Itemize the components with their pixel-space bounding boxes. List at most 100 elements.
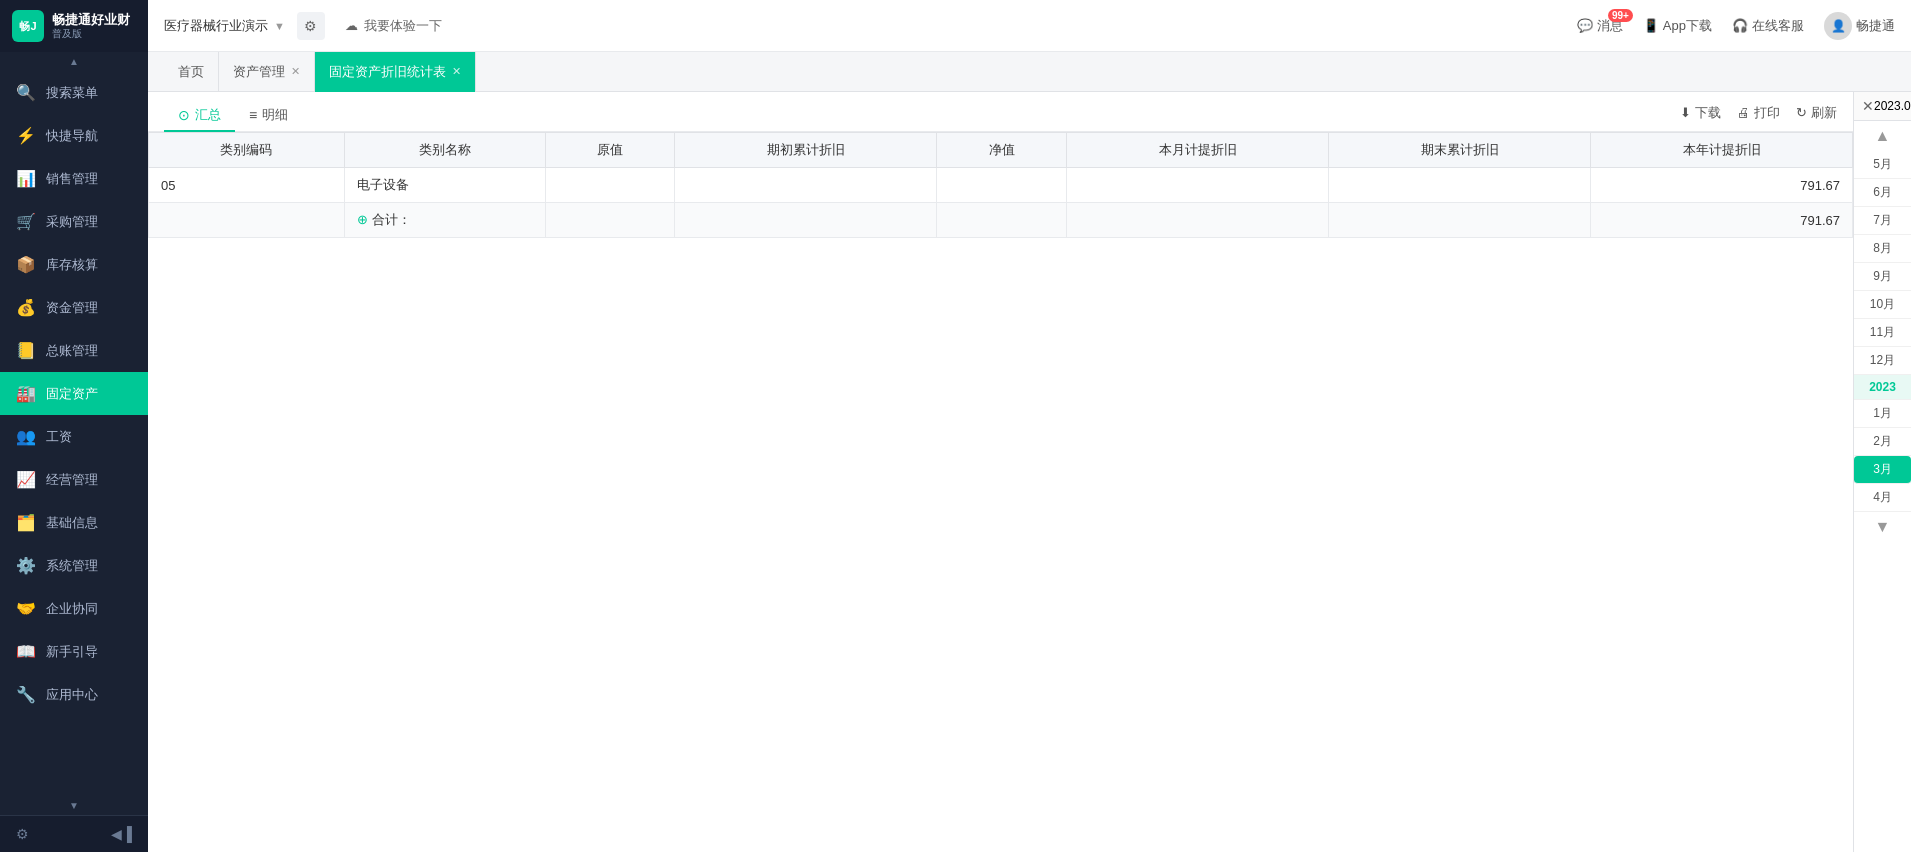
refresh-button[interactable]: ↻ 刷新 bbox=[1796, 104, 1837, 122]
total-cell-5 bbox=[1067, 203, 1329, 238]
notification-badge: 99+ bbox=[1608, 9, 1633, 22]
gear-button[interactable]: ⚙ bbox=[297, 12, 325, 40]
tabs-bar: 首页资产管理✕固定资产折旧统计表✕ bbox=[148, 52, 1911, 92]
date-month-prev-1[interactable]: 6月 bbox=[1854, 179, 1911, 207]
app-name: 畅捷通好业财 bbox=[52, 12, 130, 28]
date-month-curr-2[interactable]: 3月 bbox=[1854, 456, 1911, 484]
sidebar-item-搜索菜单[interactable]: 🔍搜索菜单 bbox=[0, 71, 148, 114]
sidebar-item-销售管理[interactable]: 📊销售管理 bbox=[0, 157, 148, 200]
right-panel: ✕ 2023.03 ⤢ ▲5月6月7月8月9月10月11月12月20231月2月… bbox=[1853, 92, 1911, 852]
sidebar-icon-8: 👥 bbox=[16, 427, 36, 446]
date-month-prev-0[interactable]: 5月 bbox=[1854, 151, 1911, 179]
sidebar-item-工资[interactable]: 👥工资 bbox=[0, 415, 148, 458]
tab-2[interactable]: 固定资产折旧统计表✕ bbox=[315, 52, 476, 92]
panel-scroll-down-button[interactable]: ▼ bbox=[1854, 512, 1911, 542]
tab-close-1[interactable]: ✕ bbox=[291, 65, 300, 78]
tab-1[interactable]: 资产管理 ✕ bbox=[219, 52, 315, 92]
online-service-button[interactable]: 🎧 在线客服 bbox=[1732, 17, 1804, 35]
company-name: 医疗器械行业演示 bbox=[164, 17, 268, 35]
sidebar-item-总账管理[interactable]: 📒总账管理 bbox=[0, 329, 148, 372]
col-header-6: 期末累计折旧 bbox=[1329, 133, 1591, 168]
tab-0[interactable]: 首页 bbox=[164, 52, 219, 92]
experience-button[interactable]: ☁ 我要体验一下 bbox=[345, 17, 442, 35]
cell-0-3 bbox=[675, 168, 937, 203]
date-month-prev-4[interactable]: 9月 bbox=[1854, 263, 1911, 291]
sidebar-item-企业协同[interactable]: 🤝企业协同 bbox=[0, 587, 148, 630]
sidebar-item-应用中心[interactable]: 🔧 应用中心 bbox=[0, 673, 148, 716]
sub-tab-汇总[interactable]: ⊙汇总 bbox=[164, 100, 235, 132]
company-chevron-icon: ▼ bbox=[274, 20, 285, 32]
date-year-label[interactable]: 2023 bbox=[1854, 375, 1911, 400]
cell-0-4 bbox=[937, 168, 1067, 203]
sidebar-item-经营管理[interactable]: 📈经营管理 bbox=[0, 458, 148, 501]
table-row: 05电子设备791.67 bbox=[149, 168, 1853, 203]
company-selector[interactable]: 医疗器械行业演示 ▼ bbox=[164, 17, 285, 35]
sidebar-label-6: 总账管理 bbox=[46, 342, 98, 360]
panel-date-scroll[interactable]: ▲5月6月7月8月9月10月11月12月20231月2月3月4月▼ bbox=[1854, 121, 1911, 852]
cell-0-2 bbox=[545, 168, 675, 203]
sidebar-label-7: 固定资产 bbox=[46, 385, 98, 403]
sidebar-item-新手引导[interactable]: 📖新手引导 bbox=[0, 630, 148, 673]
sidebar-item-资金管理[interactable]: 💰资金管理 bbox=[0, 286, 148, 329]
sidebar-label-10: 基础信息 bbox=[46, 514, 98, 532]
sidebar-item-快捷导航[interactable]: ⚡快捷导航 bbox=[0, 114, 148, 157]
download-button[interactable]: ⬇ 下载 bbox=[1680, 104, 1721, 122]
sidebar-label-1: 快捷导航 bbox=[46, 127, 98, 145]
topbar-actions: 💬 消息 99+ 📱 App下载 🎧 在线客服 👤 畅捷通 bbox=[1577, 12, 1895, 40]
total-expand-icon[interactable]: ⊕ bbox=[357, 212, 368, 227]
sidebar-icon-5: 💰 bbox=[16, 298, 36, 317]
topbar: 医疗器械行业演示 ▼ ⚙ ☁ 我要体验一下 💬 消息 99+ 📱 App下载 🎧… bbox=[148, 0, 1911, 52]
date-month-prev-5[interactable]: 10月 bbox=[1854, 291, 1911, 319]
app-download-label: App下载 bbox=[1663, 17, 1712, 35]
date-month-prev-2[interactable]: 7月 bbox=[1854, 207, 1911, 235]
notifications-button[interactable]: 💬 消息 99+ bbox=[1577, 17, 1623, 35]
user-menu[interactable]: 👤 畅捷通 bbox=[1824, 12, 1895, 40]
sidebar-label-12: 企业协同 bbox=[46, 600, 98, 618]
download-icon: ⬇ bbox=[1680, 105, 1691, 120]
sidebar-icon-11: ⚙️ bbox=[16, 556, 36, 575]
sidebar-item-系统管理[interactable]: ⚙️系统管理 bbox=[0, 544, 148, 587]
sidebar-item-采购管理[interactable]: 🛒采购管理 bbox=[0, 200, 148, 243]
notifications-icon: 💬 bbox=[1577, 18, 1593, 33]
tab-label-0: 首页 bbox=[178, 63, 204, 81]
settings-icon[interactable]: ⚙ bbox=[16, 826, 29, 842]
total-cell-0 bbox=[149, 203, 345, 238]
sidebar-icon-2: 📊 bbox=[16, 169, 36, 188]
sidebar-item-库存核算[interactable]: 📦库存核算 bbox=[0, 243, 148, 286]
date-month-prev-7[interactable]: 12月 bbox=[1854, 347, 1911, 375]
download-icon: 📱 bbox=[1643, 18, 1659, 33]
table-body: 05电子设备791.67⊕合计：791.67 bbox=[149, 168, 1853, 238]
sidebar-icon-14: 🔧 bbox=[16, 685, 36, 704]
print-button[interactable]: 🖨 打印 bbox=[1737, 104, 1780, 122]
date-month-curr-1[interactable]: 2月 bbox=[1854, 428, 1911, 456]
col-header-5: 本月计提折旧 bbox=[1067, 133, 1329, 168]
sidebar-icon-10: 🗂️ bbox=[16, 513, 36, 532]
sub-tab-明细[interactable]: ≡明细 bbox=[235, 100, 302, 132]
app-download-button[interactable]: 📱 App下载 bbox=[1643, 17, 1712, 35]
sidebar-icon-3: 🛒 bbox=[16, 212, 36, 231]
tab-close-2[interactable]: ✕ bbox=[452, 65, 461, 78]
total-cell-4 bbox=[937, 203, 1067, 238]
sidebar-scroll-up[interactable]: ▲ bbox=[0, 52, 148, 71]
date-month-curr-0[interactable]: 1月 bbox=[1854, 400, 1911, 428]
date-month-prev-3[interactable]: 8月 bbox=[1854, 235, 1911, 263]
collapse-icon[interactable]: ◀▐ bbox=[111, 826, 132, 842]
date-month-prev-6[interactable]: 11月 bbox=[1854, 319, 1911, 347]
sidebar-label-14: 应用中心 bbox=[46, 686, 98, 704]
report-area: ⊙汇总≡明细 ⬇ 下载 🖨 打印 ↻ 刷新 bbox=[148, 92, 1853, 852]
sidebar-label-0: 搜索菜单 bbox=[46, 84, 98, 102]
username-label: 畅捷通 bbox=[1856, 17, 1895, 35]
sidebar-item-固定资产[interactable]: 🏭固定资产 bbox=[0, 372, 148, 415]
date-month-curr-3[interactable]: 4月 bbox=[1854, 484, 1911, 512]
panel-close-button[interactable]: ✕ bbox=[1862, 98, 1874, 114]
sidebar-scroll-down[interactable]: ▼ bbox=[0, 796, 148, 815]
sidebar-icon-9: 📈 bbox=[16, 470, 36, 489]
sidebar-item-基础信息[interactable]: 🗂️ 基础信息 bbox=[0, 501, 148, 544]
table-header-row: 类别编码类别名称原值期初累计折旧净值本月计提折旧期末累计折旧本年计提折旧 bbox=[149, 133, 1853, 168]
total-cell-3 bbox=[675, 203, 937, 238]
panel-scroll-up-button[interactable]: ▲ bbox=[1854, 121, 1911, 151]
total-cell-7: 791.67 bbox=[1591, 203, 1853, 238]
sub-tab-icon-1: ≡ bbox=[249, 107, 257, 123]
sidebar-scroll-wrapper: 🔍搜索菜单⚡快捷导航📊销售管理🛒采购管理📦库存核算💰资金管理📒总账管理🏭固定资产… bbox=[0, 71, 148, 796]
tab-label-1: 资产管理 bbox=[233, 63, 285, 81]
